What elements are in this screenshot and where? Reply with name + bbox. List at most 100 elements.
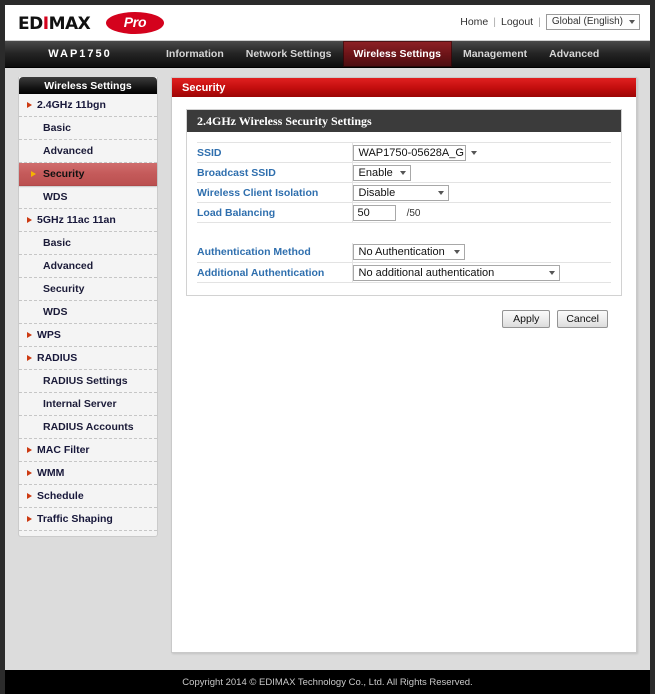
app-shell: EDIMAX Pro Home | Logout | Global (Engli… [5, 5, 650, 694]
chevron-right-icon [27, 470, 32, 476]
sidebar-item-label: WPS [37, 329, 61, 341]
logo-wordmark: EDIMAX [18, 14, 91, 34]
additional-auth-select[interactable]: No additional authentication [352, 264, 560, 281]
load-balancing-suffix: /50 [406, 207, 421, 219]
chevron-right-icon [27, 447, 32, 453]
sidebar-item-label: RADIUS Accounts [43, 421, 134, 433]
sidebar-item-mac-filter[interactable]: MAC Filter [19, 439, 157, 462]
chevron-down-icon [399, 170, 406, 175]
load-balancing-label: Load Balancing [197, 202, 353, 223]
sidebar-item-wmm[interactable]: WMM [19, 462, 157, 485]
sidebar-item-label: RADIUS [37, 352, 78, 364]
sidebar-item-traffic-shaping[interactable]: Traffic Shaping [19, 508, 157, 531]
edimax-logo: EDIMAX Pro [18, 10, 178, 36]
top-right-links: Home | Logout | Global (English) [460, 14, 640, 30]
sidebar-item-label: Internal Server [43, 398, 117, 410]
logo-bar: EDIMAX Pro Home | Logout | Global (Engli… [5, 5, 650, 41]
nav-tab-network-settings[interactable]: Network Settings [235, 41, 343, 67]
nav-tab-management[interactable]: Management [452, 41, 538, 67]
footer: Copyright 2014 © EDIMAX Technology Co., … [5, 670, 650, 694]
nav-tab-list: Information Network Settings Wireless Sett… [155, 41, 610, 67]
section-title: 2.4GHz Wireless Security Settings [187, 110, 621, 132]
chevron-down-icon [629, 20, 635, 24]
sidebar-item-label: MAC Filter [37, 444, 90, 456]
sidebar-item-label: RADIUS Settings [43, 375, 128, 387]
nav-tab-information[interactable]: Information [155, 41, 235, 67]
sidebar-item-security[interactable]: Security [19, 163, 157, 186]
link-separator-2: | [538, 16, 541, 28]
sidebar-item-internal-server[interactable]: Internal Server [19, 393, 157, 416]
table-row-auth-method: Authentication Method No Authentication [197, 242, 611, 263]
table-row-load-balancing: Load Balancing 50 /50 [197, 202, 611, 223]
sidebar-item-wds[interactable]: WDS [19, 301, 157, 324]
sidebar-item-label: Security [43, 283, 85, 295]
chevron-right-icon [27, 516, 32, 522]
sidebar-item-label: Traffic Shaping [37, 513, 113, 525]
logout-link[interactable]: Logout [501, 16, 533, 28]
nav-tab-advanced[interactable]: Advanced [538, 41, 610, 67]
sidebar-item-label: Schedule [37, 490, 84, 502]
table-row-ssid: SSID WAP1750-05628A_G [197, 142, 611, 163]
auth-method-select[interactable]: No Authentication [352, 244, 465, 261]
sidebar-item-2-4ghz-11bgn[interactable]: 2.4GHz 11bgn [19, 94, 157, 117]
load-balancing-input[interactable]: 50 [352, 204, 396, 221]
section-body: SSID WAP1750-05628A_G Broadcast SSID Ena… [187, 132, 621, 295]
sidebar-item-wds[interactable]: WDS [19, 186, 157, 209]
client-isolation-select-value: Disable [358, 186, 396, 199]
sidebar-item-label: Security [43, 168, 85, 180]
settings-table: SSID WAP1750-05628A_G Broadcast SSID Ena… [197, 142, 611, 283]
broadcast-ssid-select[interactable]: Enable [352, 164, 411, 181]
copyright-text: Copyright 2014 © EDIMAX Technology Co., … [182, 676, 473, 688]
chevron-down-icon [437, 190, 444, 195]
sidebar-title: Wireless Settings [19, 77, 157, 94]
chevron-right-icon [31, 171, 36, 177]
sidebar-item-wps[interactable]: WPS [19, 324, 157, 347]
home-link[interactable]: Home [460, 16, 488, 28]
sidebar-item-5ghz-11ac-11an[interactable]: 5GHz 11ac 11an [19, 209, 157, 232]
additional-auth-value-cell: No additional authentication [352, 262, 611, 283]
apply-button[interactable]: Apply [502, 310, 551, 328]
client-isolation-select[interactable]: Disable [352, 184, 449, 201]
sidebar-item-radius-accounts[interactable]: RADIUS Accounts [19, 416, 157, 439]
main-panel: Security 2.4GHz Wireless Security Settin… [171, 77, 637, 653]
ssid-value-cell: WAP1750-05628A_G [352, 142, 611, 163]
sidebar-item-schedule[interactable]: Schedule [19, 485, 157, 508]
auth-method-value-cell: No Authentication [352, 242, 611, 263]
ssid-select[interactable]: WAP1750-05628A_G [352, 144, 477, 161]
chevron-down-icon [453, 250, 460, 255]
sidebar-item-advanced[interactable]: Advanced [19, 255, 157, 278]
sidebar-item-label: Advanced [43, 145, 94, 157]
chevron-right-icon [27, 493, 32, 499]
chevron-right-icon [27, 355, 32, 361]
sidebar-item-radius[interactable]: RADIUS [19, 347, 157, 370]
sidebar-item-label: WMM [37, 467, 65, 479]
security-settings-section: 2.4GHz Wireless Security Settings SSID W… [186, 109, 622, 296]
link-separator-1: | [493, 16, 496, 28]
sidebar-item-label: WDS [43, 306, 68, 318]
chevron-down-icon [548, 270, 555, 275]
page-title: Security [172, 78, 636, 97]
chevron-down-icon [470, 150, 477, 155]
table-spacer-row [197, 223, 611, 243]
sidebar-item-label: 5GHz 11ac 11an [37, 214, 116, 226]
sidebar-item-list: 2.4GHz 11bgn Basic Advanced Security WDS 5GHz… [19, 94, 157, 531]
sidebar-item-label: Basic [43, 122, 72, 134]
chevron-right-icon [27, 332, 32, 338]
chevron-right-icon [27, 102, 32, 108]
client-isolation-label: Wireless Client Isolation [197, 182, 353, 203]
sidebar-item-radius-settings[interactable]: RADIUS Settings [19, 370, 157, 393]
device-model-label: WAP1750 [48, 48, 112, 60]
sidebar-item-advanced[interactable]: Advanced [19, 140, 157, 163]
sidebar-item-security[interactable]: Security [19, 278, 157, 301]
language-select[interactable]: Global (English) [545, 14, 640, 30]
nav-tab-wireless-settings[interactable]: Wireless Settings [342, 41, 452, 67]
browser-page: EDIMAX Pro Home | Logout | Global (Engli… [0, 0, 655, 694]
ssid-select-value: WAP1750-05628A_G [358, 146, 464, 159]
sidebar-item-basic[interactable]: Basic [19, 232, 157, 255]
sidebar-item-basic[interactable]: Basic [19, 117, 157, 140]
auth-method-label: Authentication Method [197, 242, 353, 263]
cancel-button[interactable]: Cancel [557, 310, 608, 328]
client-isolation-value-cell: Disable [352, 182, 611, 203]
sidebar-item-label: Basic [43, 237, 72, 249]
broadcast-ssid-label: Broadcast SSID [197, 162, 353, 183]
